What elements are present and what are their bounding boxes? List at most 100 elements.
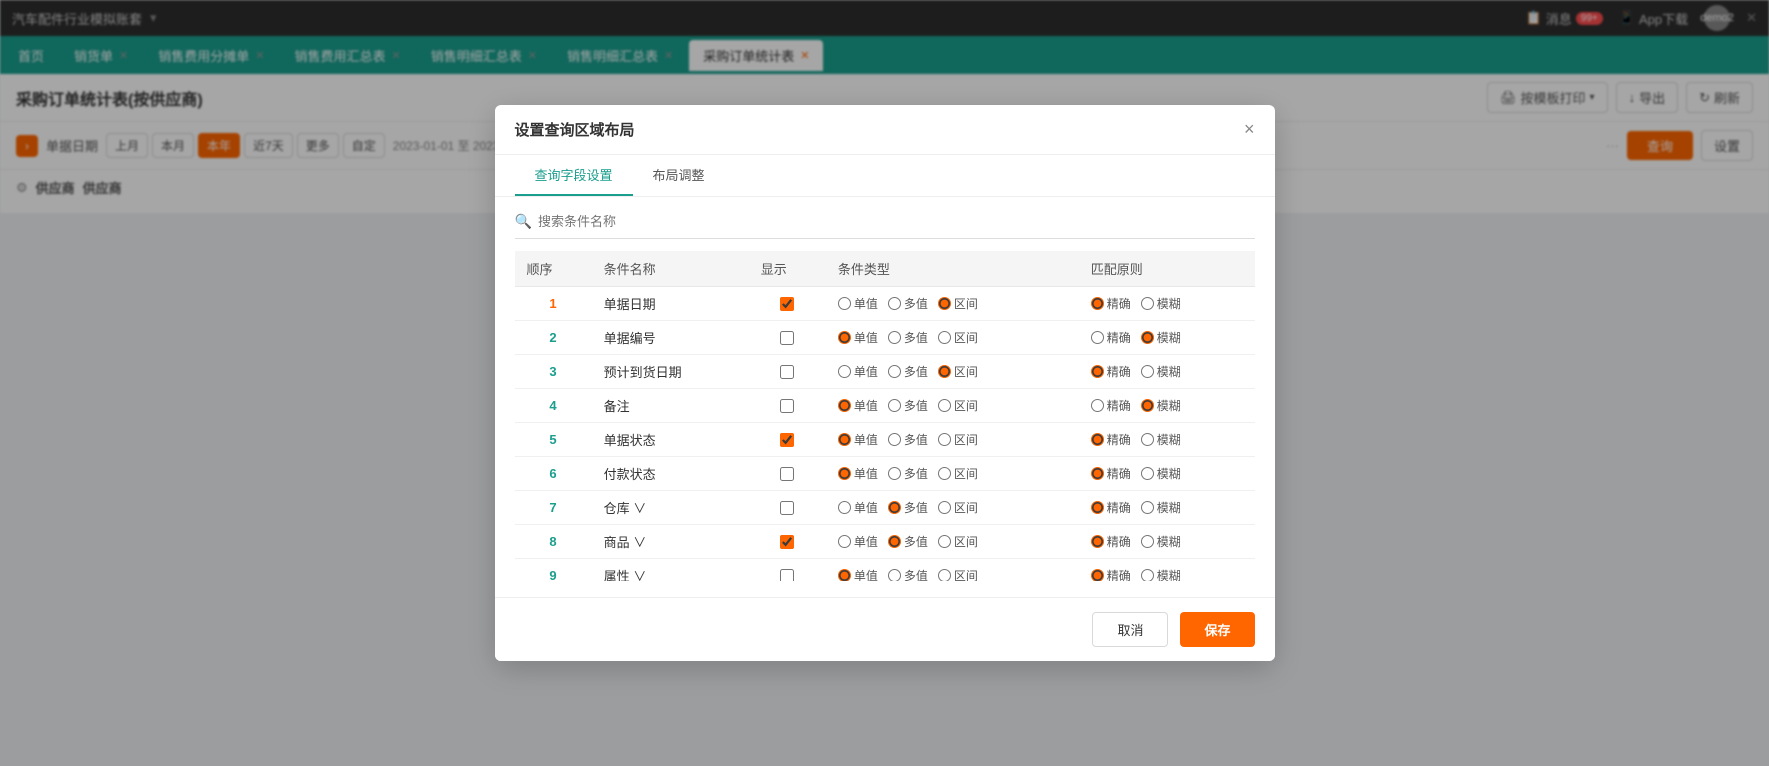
- tab-layout-adjust[interactable]: 布局调整: [633, 155, 725, 196]
- row-display: [749, 389, 826, 423]
- row-order: 5: [515, 423, 592, 457]
- tab-query-fields[interactable]: 查询字段设置: [515, 155, 633, 196]
- row-order: 1: [515, 287, 592, 321]
- match-rule-fuzzy[interactable]: 模糊: [1141, 465, 1181, 482]
- cond-type-range[interactable]: 区间: [938, 499, 978, 516]
- match-rule-exact[interactable]: 精确: [1091, 363, 1131, 380]
- display-checkbox[interactable]: [780, 331, 794, 345]
- display-checkbox[interactable]: [780, 433, 794, 447]
- modal-title: 设置查询区域布局: [515, 119, 635, 140]
- col-type: 条件类型: [826, 251, 1079, 287]
- match-rule-fuzzy[interactable]: 模糊: [1141, 295, 1181, 312]
- match-rule-exact[interactable]: 精确: [1091, 431, 1131, 448]
- cond-type-single[interactable]: 单值: [838, 567, 878, 581]
- row-cond-type: 单值多值区间: [826, 389, 1079, 423]
- cond-type-multi[interactable]: 多值: [888, 295, 928, 312]
- cond-type-multi[interactable]: 多值: [888, 329, 928, 346]
- row-name: 属性 ∨: [592, 559, 749, 582]
- cond-type-multi[interactable]: 多值: [888, 533, 928, 550]
- cancel-btn[interactable]: 取消: [1092, 612, 1168, 647]
- row-cond-type: 单值多值区间: [826, 457, 1079, 491]
- match-rule-fuzzy[interactable]: 模糊: [1141, 431, 1181, 448]
- cond-type-single[interactable]: 单值: [838, 465, 878, 482]
- cond-type-range[interactable]: 区间: [938, 397, 978, 414]
- match-rule-exact[interactable]: 精确: [1091, 295, 1131, 312]
- cond-type-range[interactable]: 区间: [938, 567, 978, 581]
- match-rule-exact[interactable]: 精确: [1091, 329, 1131, 346]
- table-row: 9属性 ∨单值多值区间精确模糊: [515, 559, 1255, 582]
- row-cond-type: 单值多值区间: [826, 559, 1079, 582]
- row-name: 单据状态: [592, 423, 749, 457]
- row-cond-type: 单值多值区间: [826, 355, 1079, 389]
- row-display: [749, 287, 826, 321]
- row-order: 7: [515, 491, 592, 525]
- modal-footer: 取消 保存: [495, 597, 1275, 661]
- cond-type-single[interactable]: 单值: [838, 499, 878, 516]
- cond-type-single[interactable]: 单值: [838, 397, 878, 414]
- row-display: [749, 559, 826, 582]
- cond-type-single[interactable]: 单值: [838, 329, 878, 346]
- cond-type-range[interactable]: 区间: [938, 363, 978, 380]
- cond-type-range[interactable]: 区间: [938, 329, 978, 346]
- row-order: 9: [515, 559, 592, 582]
- table-row: 3预计到货日期单值多值区间精确模糊: [515, 355, 1255, 389]
- row-name: 单据日期: [592, 287, 749, 321]
- match-rule-exact[interactable]: 精确: [1091, 465, 1131, 482]
- search-input[interactable]: [538, 214, 1255, 229]
- row-display: [749, 321, 826, 355]
- match-rule-fuzzy[interactable]: 模糊: [1141, 397, 1181, 414]
- cond-type-range[interactable]: 区间: [938, 533, 978, 550]
- save-btn[interactable]: 保存: [1180, 612, 1254, 647]
- match-rule-fuzzy[interactable]: 模糊: [1141, 533, 1181, 550]
- row-name: 仓库 ∨: [592, 491, 749, 525]
- match-rule-fuzzy[interactable]: 模糊: [1141, 329, 1181, 346]
- display-checkbox[interactable]: [780, 297, 794, 311]
- row-name: 备注: [592, 389, 749, 423]
- cond-type-range[interactable]: 区间: [938, 465, 978, 482]
- match-rule-exact[interactable]: 精确: [1091, 533, 1131, 550]
- match-rule-exact[interactable]: 精确: [1091, 567, 1131, 581]
- display-checkbox[interactable]: [780, 399, 794, 413]
- row-cond-type: 单值多值区间: [826, 287, 1079, 321]
- modal-close-btn[interactable]: ×: [1244, 119, 1255, 140]
- table-row: 2单据编号单值多值区间精确模糊: [515, 321, 1255, 355]
- row-match-rule: 精确模糊: [1079, 559, 1255, 582]
- cond-type-multi[interactable]: 多值: [888, 499, 928, 516]
- row-order: 3: [515, 355, 592, 389]
- display-checkbox[interactable]: [780, 501, 794, 515]
- match-rule-exact[interactable]: 精确: [1091, 397, 1131, 414]
- cond-type-single[interactable]: 单值: [838, 295, 878, 312]
- cond-type-single[interactable]: 单值: [838, 363, 878, 380]
- display-checkbox[interactable]: [780, 535, 794, 549]
- row-cond-type: 单值多值区间: [826, 525, 1079, 559]
- cond-type-multi[interactable]: 多值: [888, 567, 928, 581]
- cond-type-single[interactable]: 单值: [838, 431, 878, 448]
- row-display: [749, 491, 826, 525]
- match-rule-fuzzy[interactable]: 模糊: [1141, 363, 1181, 380]
- cond-type-multi[interactable]: 多值: [888, 397, 928, 414]
- cond-type-range[interactable]: 区间: [938, 295, 978, 312]
- cond-type-multi[interactable]: 多值: [888, 431, 928, 448]
- row-name: 预计到货日期: [592, 355, 749, 389]
- col-name: 条件名称: [592, 251, 749, 287]
- display-checkbox[interactable]: [780, 365, 794, 379]
- row-display: [749, 423, 826, 457]
- conditions-table-scroll[interactable]: 顺序 条件名称 显示 条件类型 匹配原则 1单据日期单值多值区间精确模糊2单据编…: [515, 251, 1255, 581]
- col-display: 显示: [749, 251, 826, 287]
- row-match-rule: 精确模糊: [1079, 355, 1255, 389]
- row-order: 6: [515, 457, 592, 491]
- row-match-rule: 精确模糊: [1079, 287, 1255, 321]
- cond-type-multi[interactable]: 多值: [888, 465, 928, 482]
- display-checkbox[interactable]: [780, 467, 794, 481]
- cond-type-multi[interactable]: 多值: [888, 363, 928, 380]
- row-order: 8: [515, 525, 592, 559]
- match-rule-fuzzy[interactable]: 模糊: [1141, 499, 1181, 516]
- match-rule-exact[interactable]: 精确: [1091, 499, 1131, 516]
- display-checkbox[interactable]: [780, 569, 794, 582]
- row-name: 商品 ∨: [592, 525, 749, 559]
- cond-type-single[interactable]: 单值: [838, 533, 878, 550]
- row-match-rule: 精确模糊: [1079, 321, 1255, 355]
- cond-type-range[interactable]: 区间: [938, 431, 978, 448]
- match-rule-fuzzy[interactable]: 模糊: [1141, 567, 1181, 581]
- row-match-rule: 精确模糊: [1079, 457, 1255, 491]
